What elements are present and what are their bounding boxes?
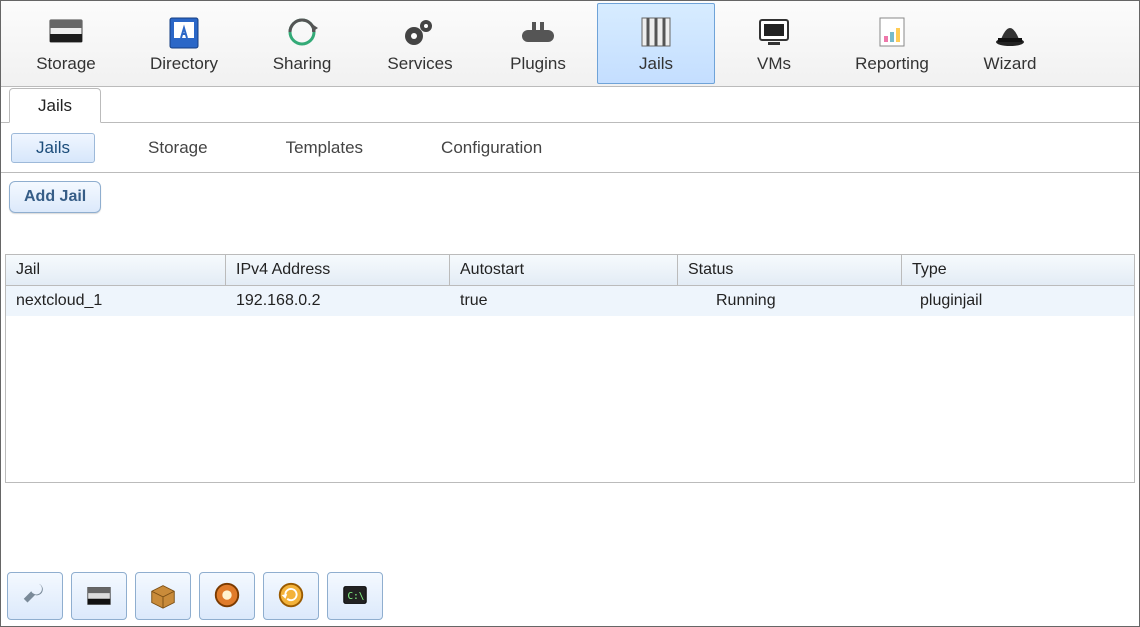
col-jail[interactable]: Jail (6, 255, 226, 285)
svg-text:C:\: C:\ (348, 590, 365, 601)
jail-upload-button[interactable] (135, 572, 191, 620)
jails-icon (636, 14, 676, 50)
plugins-icon (518, 14, 558, 50)
row-action-toolbar: C:\ (7, 572, 383, 620)
terminal-icon: C:\ (340, 580, 370, 613)
storage-icon (46, 14, 86, 50)
sub-tab-bar: Jails Storage Templates Configuration (1, 123, 1139, 173)
cell-status: Running (678, 286, 902, 316)
toolbar-item-sharing[interactable]: Sharing (243, 1, 361, 86)
wrench-icon (20, 580, 50, 613)
toolbar-label: Services (387, 54, 452, 74)
toolbar-label: Directory (150, 54, 218, 74)
sub-tab-configuration[interactable]: Configuration (416, 133, 567, 163)
jails-table: Jail IPv4 Address Autostart Status Type … (5, 254, 1135, 483)
col-status[interactable]: Status (678, 255, 902, 285)
wizard-icon (990, 14, 1030, 50)
jail-storage-button[interactable] (71, 572, 127, 620)
window-tab-bar: Jails (1, 87, 1139, 123)
folder-icon (84, 580, 114, 613)
vms-icon (754, 14, 794, 50)
reporting-icon (872, 14, 912, 50)
main-toolbar: Storage Directory Sharing Services Plugi… (1, 1, 1139, 87)
power-orange-icon (212, 580, 242, 613)
toolbar-item-services[interactable]: Services (361, 1, 479, 86)
sub-tab-templates[interactable]: Templates (261, 133, 388, 163)
table-header-row: Jail IPv4 Address Autostart Status Type (6, 255, 1134, 286)
refresh-icon (276, 580, 306, 613)
sharing-icon (282, 14, 322, 50)
window-tab-label: Jails (38, 96, 72, 115)
toolbar-item-storage[interactable]: Storage (7, 1, 125, 86)
cell-jail: nextcloud_1 (6, 286, 226, 316)
sub-tab-label: Configuration (441, 138, 542, 157)
toolbar-label: Storage (36, 54, 96, 74)
cell-type: pluginjail (902, 286, 1134, 316)
toolbar-item-vms[interactable]: VMs (715, 1, 833, 86)
sub-tab-label: Jails (36, 138, 70, 157)
directory-icon (164, 14, 204, 50)
add-jail-button[interactable]: Add Jail (9, 181, 101, 213)
jail-shell-button[interactable]: C:\ (327, 572, 383, 620)
table-row[interactable]: nextcloud_1 192.168.0.2 true Running plu… (6, 286, 1134, 316)
table-body: nextcloud_1 192.168.0.2 true Running plu… (6, 286, 1134, 482)
cell-ipv4: 192.168.0.2 (226, 286, 450, 316)
window-tab-jails[interactable]: Jails (9, 88, 101, 123)
toolbar-label: Reporting (855, 54, 929, 74)
toolbar-label: Sharing (273, 54, 332, 74)
col-autostart[interactable]: Autostart (450, 255, 678, 285)
sub-tab-label: Storage (148, 138, 208, 157)
action-bar: Add Jail (1, 173, 1139, 254)
jail-restart-button[interactable] (263, 572, 319, 620)
sub-tab-label: Templates (286, 138, 363, 157)
toolbar-item-directory[interactable]: Directory (125, 1, 243, 86)
toolbar-item-reporting[interactable]: Reporting (833, 1, 951, 86)
toolbar-item-plugins[interactable]: Plugins (479, 1, 597, 86)
services-icon (400, 14, 440, 50)
toolbar-label: VMs (757, 54, 791, 74)
col-type[interactable]: Type (902, 255, 1134, 285)
jail-start-button[interactable] (199, 572, 255, 620)
sub-tab-jails[interactable]: Jails (11, 133, 95, 163)
toolbar-item-jails[interactable]: Jails (597, 3, 715, 84)
sub-tab-storage[interactable]: Storage (123, 133, 233, 163)
toolbar-label: Jails (639, 54, 673, 74)
box-icon (148, 580, 178, 613)
cell-autostart: true (450, 286, 678, 316)
edit-jail-button[interactable] (7, 572, 63, 620)
toolbar-label: Plugins (510, 54, 566, 74)
toolbar-label: Wizard (984, 54, 1037, 74)
toolbar-item-wizard[interactable]: Wizard (951, 1, 1069, 86)
col-ipv4[interactable]: IPv4 Address (226, 255, 450, 285)
